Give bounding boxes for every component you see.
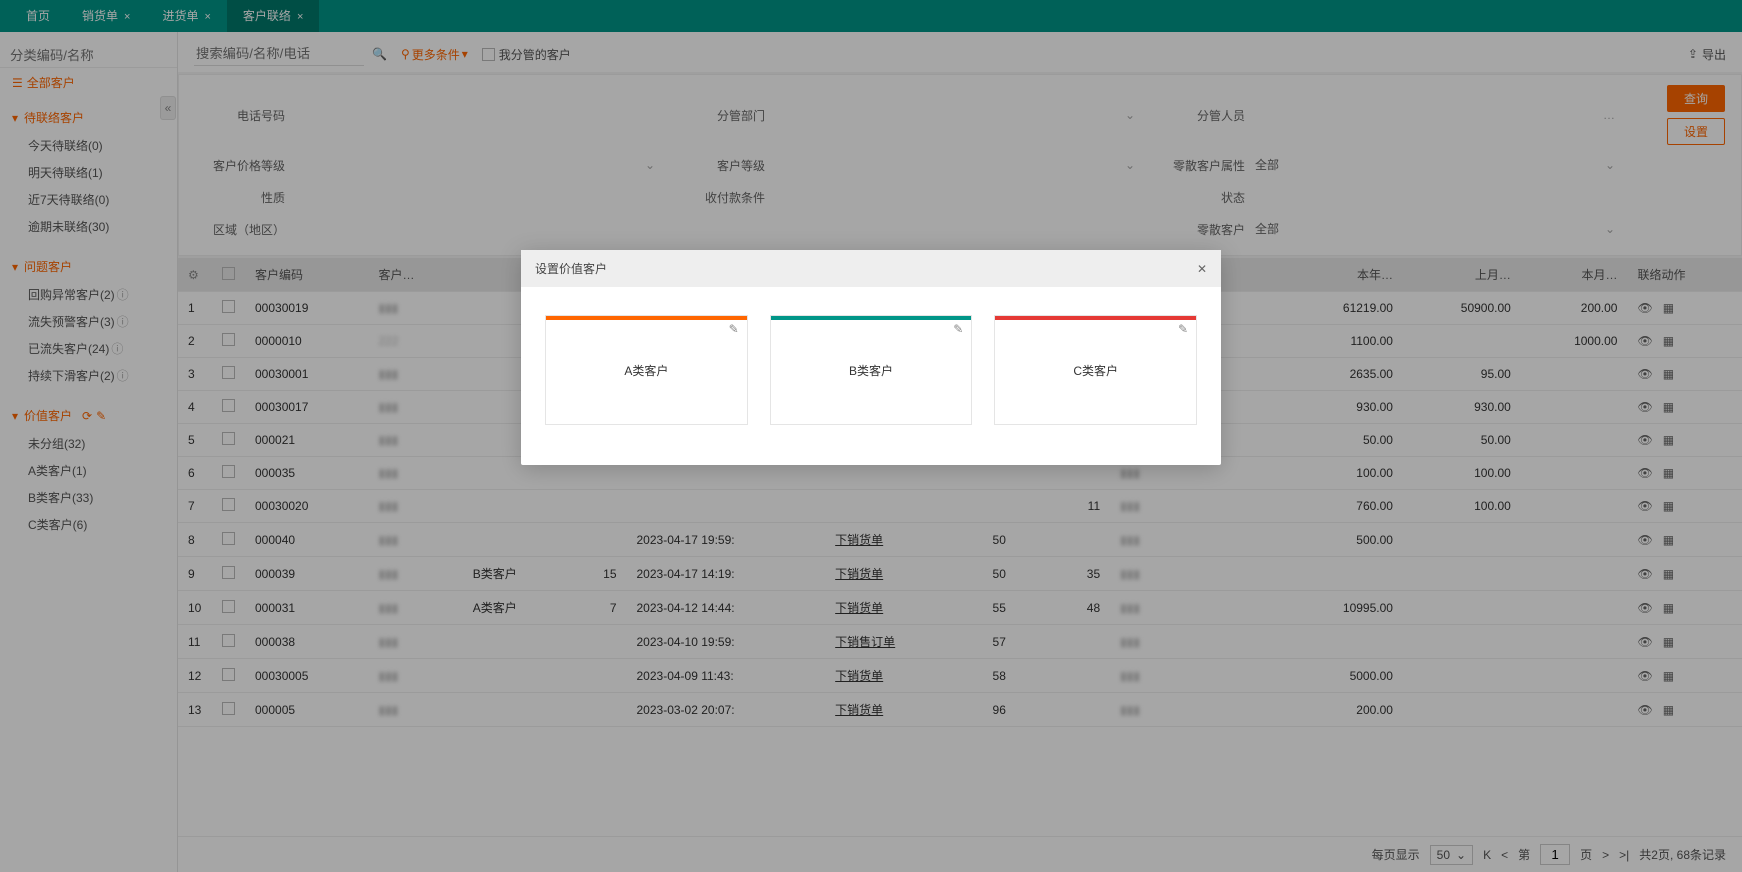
value-card-c[interactable]: ✎ C类客户 (994, 315, 1197, 425)
value-card-b[interactable]: ✎ B类客户 (770, 315, 973, 425)
card-label: C类客户 (1073, 362, 1118, 379)
modal-title: 设置价值客户 (535, 260, 607, 277)
card-accent-bar (995, 316, 1196, 320)
card-accent-bar (546, 316, 747, 320)
edit-icon[interactable]: ✎ (729, 322, 739, 336)
value-customer-modal: 设置价值客户 ✕ ✎ A类客户 ✎ B类客户 ✎ C类客户 (521, 250, 1221, 465)
close-icon[interactable]: ✕ (1197, 262, 1207, 276)
card-label: A类客户 (624, 362, 668, 379)
modal-overlay[interactable]: 设置价值客户 ✕ ✎ A类客户 ✎ B类客户 ✎ C类客户 (0, 0, 1742, 872)
card-accent-bar (771, 316, 972, 320)
card-label: B类客户 (849, 362, 893, 379)
edit-icon[interactable]: ✎ (953, 322, 963, 336)
value-card-a[interactable]: ✎ A类客户 (545, 315, 748, 425)
edit-icon[interactable]: ✎ (1178, 322, 1188, 336)
